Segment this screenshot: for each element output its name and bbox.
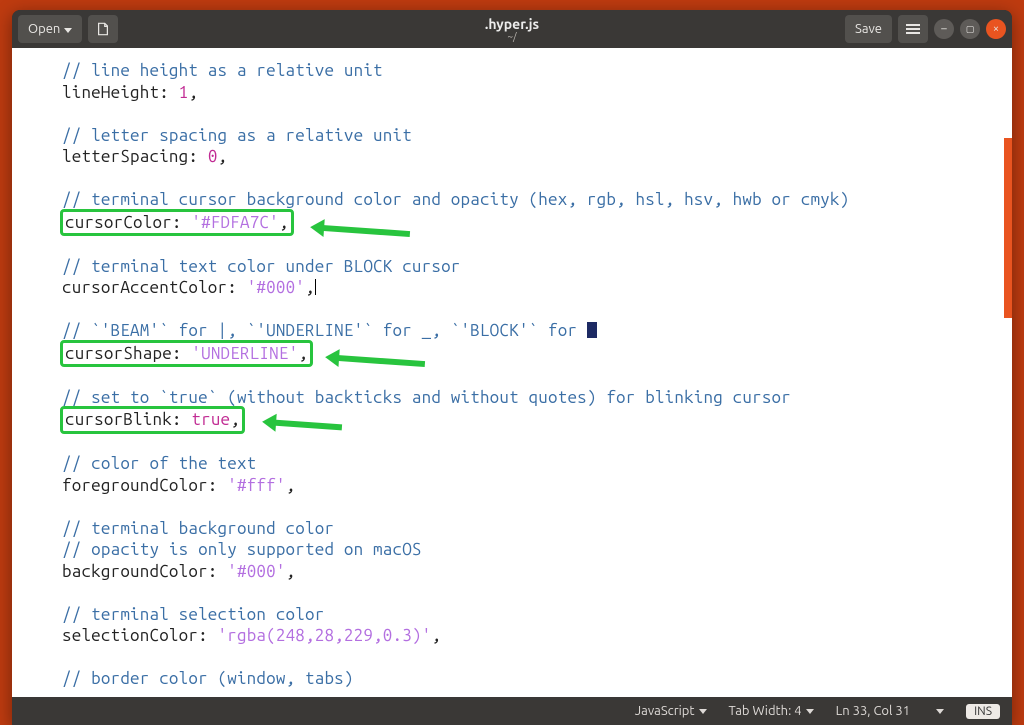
window-minimize-button[interactable]: – — [934, 19, 954, 39]
highlight-cursor-color: cursorColor: '#FDFA7C', — [60, 209, 294, 237]
status-bar: JavaScript Tab Width: 4 Ln 33, Col 31 IN… — [12, 697, 1012, 725]
window-title: .hyper.js — [485, 16, 539, 32]
code-comment: // color of the text — [62, 454, 256, 473]
editor-window: Open .hyper.js ~/ Save – — [12, 10, 1012, 725]
open-label: Open — [28, 22, 60, 36]
text-cursor — [315, 279, 316, 295]
code-content[interactable]: // line height as a relative unit lineHe… — [12, 60, 1012, 690]
highlight-cursor-blink: cursorBlink: true, — [60, 406, 245, 434]
code-comment: // `'BEAM'` for |, `'UNDERLINE'` for _, … — [62, 321, 587, 340]
save-label: Save — [855, 22, 882, 36]
document-new-icon — [96, 22, 110, 36]
minimize-icon: – — [941, 23, 946, 35]
code-comment: // terminal selection color — [62, 605, 324, 624]
code-comment: // terminal text color under BLOCK curso… — [62, 257, 461, 276]
highlight-cursor-shape: cursorShape: 'UNDERLINE', — [60, 340, 313, 368]
block-cursor-glyph — [587, 322, 597, 338]
maximize-icon: ▢ — [966, 24, 975, 35]
window-maximize-button[interactable]: ▢ — [960, 19, 980, 39]
editor-viewport[interactable]: // line height as a relative unit lineHe… — [12, 48, 1012, 697]
hamburger-menu-button[interactable] — [898, 15, 928, 43]
scrollbar-thumb[interactable] — [1004, 138, 1012, 318]
chevron-down-icon — [64, 28, 72, 33]
code-comment: // line height as a relative unit — [62, 61, 383, 80]
status-tab-width[interactable]: Tab Width: 4 — [729, 704, 814, 718]
titlebar: Open .hyper.js ~/ Save – — [12, 10, 1012, 48]
hamburger-icon — [906, 24, 920, 34]
status-cursor-position[interactable]: Ln 33, Col 31 — [836, 704, 910, 718]
chevron-down-icon — [699, 709, 707, 714]
code-comment: // set to `true` (without backticks and … — [62, 388, 791, 407]
save-button[interactable]: Save — [845, 15, 892, 43]
code-comment: // opacity is only supported on macOS — [62, 540, 422, 559]
code-comment: // border color (window, tabs) — [62, 669, 354, 688]
window-close-button[interactable]: × — [986, 19, 1006, 39]
open-button[interactable]: Open — [18, 15, 82, 43]
close-icon: × — [993, 23, 999, 35]
code-comment: // letter spacing as a relative unit — [62, 126, 412, 145]
code-comment: // terminal background color — [62, 519, 334, 538]
status-language[interactable]: JavaScript — [635, 704, 707, 718]
code-comment: // terminal cursor background color and … — [62, 190, 849, 209]
chevron-down-icon[interactable] — [936, 709, 944, 714]
window-subtitle: ~/ — [507, 31, 516, 42]
status-insert-mode[interactable]: INS — [966, 704, 1000, 719]
new-document-button[interactable] — [88, 15, 118, 43]
chevron-down-icon — [806, 709, 814, 714]
